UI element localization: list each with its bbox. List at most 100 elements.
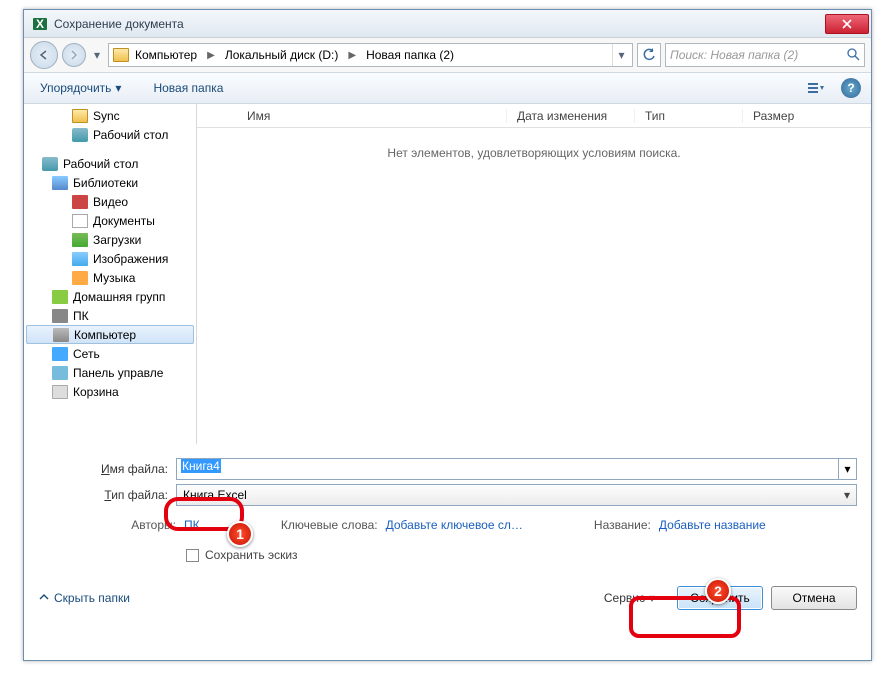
new-folder-button[interactable]: Новая папка xyxy=(147,77,229,99)
filename-value: Книга4 xyxy=(181,459,221,473)
ico-trash-icon xyxy=(52,385,68,399)
tree-item[interactable]: Сеть xyxy=(24,344,196,363)
back-button[interactable] xyxy=(30,41,58,69)
tree-item[interactable]: Рабочий стол xyxy=(24,125,196,144)
tree-item-label: Документы xyxy=(93,214,155,228)
ico-img-icon xyxy=(72,252,88,266)
ico-comp-icon xyxy=(53,328,69,342)
ico-doc-icon xyxy=(72,214,88,228)
forward-button[interactable] xyxy=(62,43,86,67)
ico-down-icon xyxy=(72,233,88,247)
tree-item-label: Сеть xyxy=(73,347,100,361)
authors-value[interactable]: ПК xyxy=(184,518,200,532)
tree-item[interactable]: Домашняя групп xyxy=(24,287,196,306)
ico-home-icon xyxy=(52,290,68,304)
tree-item[interactable]: Видео xyxy=(24,192,196,211)
folder-icon xyxy=(113,48,129,62)
svg-text:X: X xyxy=(36,17,44,31)
service-menu[interactable]: Сервис▾ xyxy=(604,591,655,605)
ico-desktop-icon xyxy=(72,128,88,142)
save-fields: Имя файла: Книга4 ▾ Тип файла: Книга Exc… xyxy=(24,444,871,580)
titlebar: X Сохранение документа xyxy=(24,10,871,38)
refresh-button[interactable] xyxy=(637,43,661,67)
chevron-down-icon: ▾ xyxy=(844,488,850,502)
window-title: Сохранение документа xyxy=(54,17,184,31)
tree-item[interactable]: Загрузки xyxy=(24,230,196,249)
hide-folders-toggle[interactable]: Скрыть папки xyxy=(38,591,130,606)
chevron-down-icon: ▾ xyxy=(115,81,121,95)
filetype-select[interactable]: Книга Excel ▾ xyxy=(176,484,857,506)
close-button[interactable] xyxy=(825,14,869,34)
column-modified[interactable]: Дата изменения xyxy=(507,109,635,123)
tree-item-label: Домашняя групп xyxy=(73,290,165,304)
ico-pc-icon xyxy=(52,309,68,323)
address-dropdown[interactable]: ▾ xyxy=(612,44,630,66)
filetype-label: Тип файла: xyxy=(38,488,176,502)
ico-net-icon xyxy=(52,347,68,361)
filetype-value: Книга Excel xyxy=(183,488,247,502)
tree-item[interactable]: Музыка xyxy=(24,268,196,287)
ico-folder-icon xyxy=(72,109,88,123)
ico-desktop-icon xyxy=(42,157,58,171)
tree-item[interactable]: Библиотеки xyxy=(24,173,196,192)
ico-music-icon xyxy=(72,271,88,285)
keywords-label: Ключевые слова: xyxy=(248,518,378,532)
filename-input[interactable]: Книга4 xyxy=(176,458,839,480)
tree-item[interactable]: Корзина xyxy=(24,382,196,401)
file-list-panel: Имя Дата изменения Тип Размер Нет элемен… xyxy=(197,104,871,444)
tree-item[interactable]: Sync xyxy=(24,106,196,125)
history-dropdown[interactable]: ▾ xyxy=(90,41,104,69)
tree-item-label: Библиотеки xyxy=(73,176,138,190)
tree-item[interactable]: Изображения xyxy=(24,249,196,268)
filename-history-dropdown[interactable]: ▾ xyxy=(839,458,857,480)
filename-label: Имя файла: xyxy=(38,462,176,476)
help-button[interactable]: ? xyxy=(841,78,861,98)
tree-item-label: Видео xyxy=(93,195,128,209)
column-name[interactable]: Имя xyxy=(237,109,507,123)
tree-item-label: Музыка xyxy=(93,271,135,285)
chevron-down-icon: ▾ xyxy=(649,591,655,605)
empty-message: Нет элементов, удовлетворяющих условиям … xyxy=(197,128,871,178)
search-placeholder: Поиск: Новая папка (2) xyxy=(670,48,798,62)
view-options-button[interactable] xyxy=(799,77,833,99)
organize-menu[interactable]: Упорядочить▾ xyxy=(34,77,127,99)
tree-item[interactable]: Компьютер xyxy=(26,325,194,344)
tree-item[interactable]: Документы xyxy=(24,211,196,230)
tree-item-label: Корзина xyxy=(73,385,119,399)
toolbar: Упорядочить▾ Новая папка ? xyxy=(24,72,871,104)
tree-item[interactable]: Панель управле xyxy=(24,363,196,382)
crumb-drive[interactable]: Локальный диск (D:) xyxy=(225,48,339,62)
search-input[interactable]: Поиск: Новая папка (2) xyxy=(665,43,865,67)
ico-video-icon xyxy=(72,195,88,209)
crumb-folder[interactable]: Новая папка (2) xyxy=(366,48,454,62)
save-thumbnail-checkbox[interactable] xyxy=(186,549,199,562)
column-size[interactable]: Размер xyxy=(743,109,871,123)
ico-lib-icon xyxy=(52,176,68,190)
address-bar[interactable]: Компьютер ▶ Локальный диск (D:) ▶ Новая … xyxy=(108,43,633,67)
tree-item-label: Загрузки xyxy=(93,233,141,247)
save-button[interactable]: Сохранить xyxy=(677,586,763,610)
cancel-button[interactable]: Отмена xyxy=(771,586,857,610)
tree-item-label: Компьютер xyxy=(74,328,136,342)
navigation-bar: ▾ Компьютер ▶ Локальный диск (D:) ▶ Нова… xyxy=(24,38,871,72)
chevron-right-icon: ▶ xyxy=(344,50,360,61)
column-type[interactable]: Тип xyxy=(635,109,743,123)
keywords-value[interactable]: Добавьте ключевое сл… xyxy=(386,518,523,532)
save-dialog-window: X Сохранение документа ▾ Компьютер ▶ Лок… xyxy=(23,9,872,661)
crumb-computer[interactable]: Компьютер xyxy=(135,48,197,62)
tree-item-label: ПК xyxy=(73,309,89,323)
search-icon xyxy=(846,47,860,64)
chevron-right-icon: ▶ xyxy=(203,50,219,61)
dialog-footer: Скрыть папки Сервис▾ Сохранить Отмена xyxy=(24,580,871,620)
tree-item-label: Sync xyxy=(93,109,120,123)
folder-tree: Sync Рабочий стол Рабочий стол Библиотеки Ви… xyxy=(24,104,197,444)
tree-item-label: Рабочий стол xyxy=(63,157,138,171)
save-thumbnail-label: Сохранить эскиз xyxy=(205,548,298,562)
tree-item[interactable]: ПК xyxy=(24,306,196,325)
tree-item-label: Изображения xyxy=(93,252,168,266)
tree-item[interactable]: Рабочий стол xyxy=(24,154,196,173)
excel-icon: X xyxy=(32,16,48,32)
chevron-up-icon xyxy=(38,591,50,606)
title-label: Название: xyxy=(571,518,651,532)
title-value[interactable]: Добавьте название xyxy=(659,518,766,532)
